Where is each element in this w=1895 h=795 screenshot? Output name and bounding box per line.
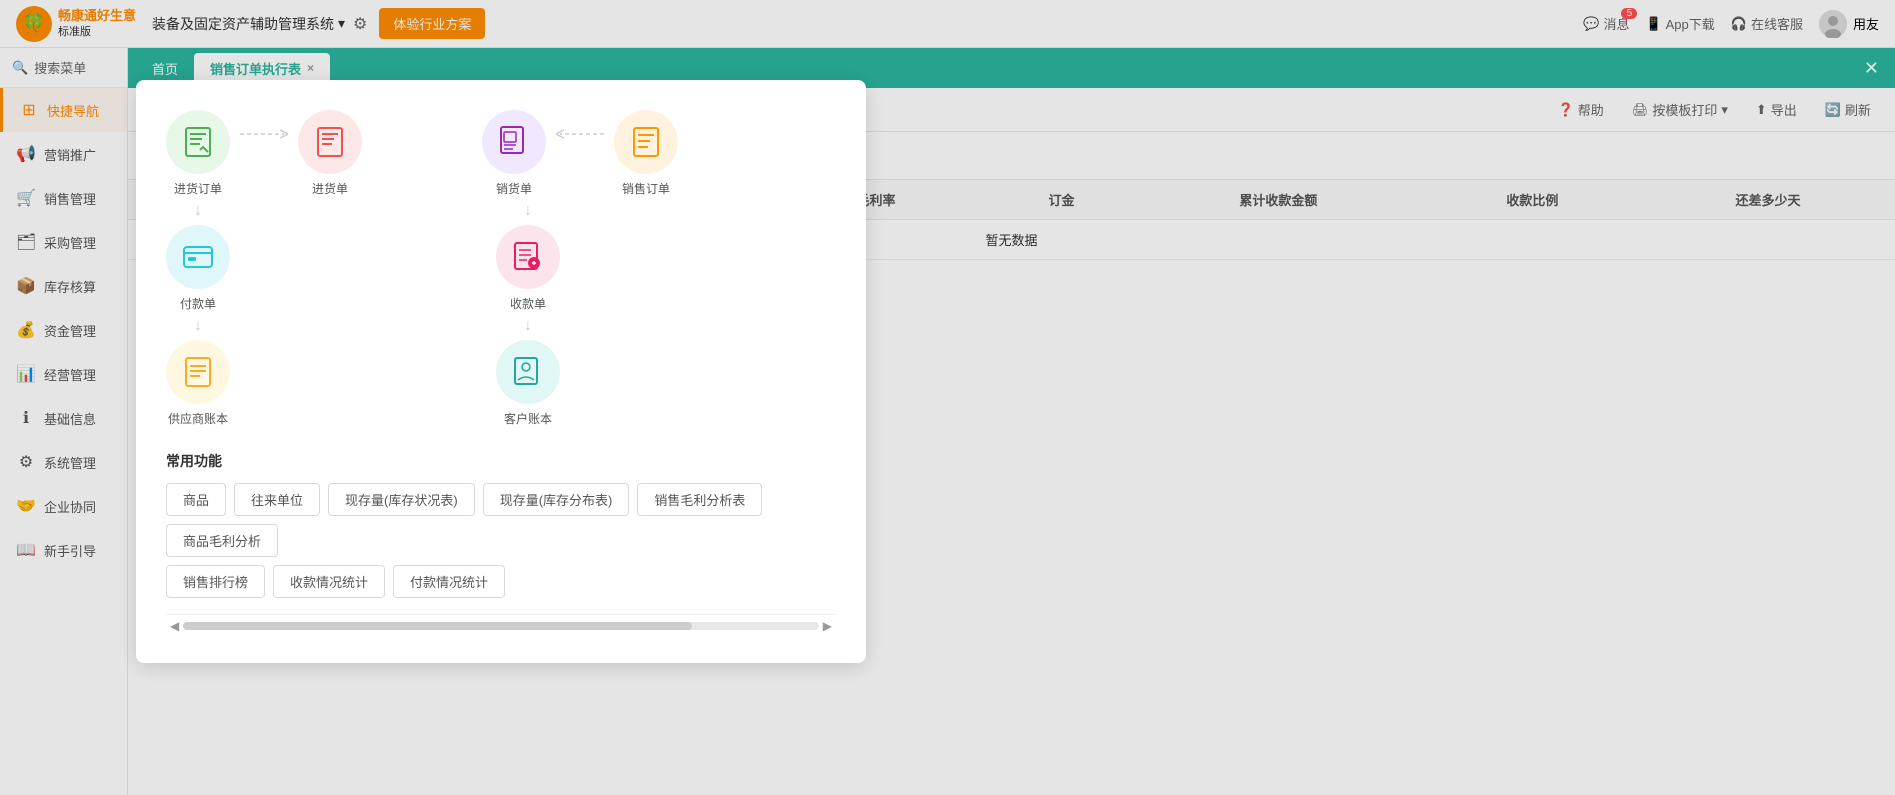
function-buttons-row-2: 销售排行榜 收款情况统计 付款情况统计 xyxy=(166,565,836,598)
sales-bill-circle[interactable] xyxy=(482,110,546,174)
scroll-left-icon[interactable]: ◀ xyxy=(166,619,183,633)
receipt-node: 收款单 xyxy=(496,225,560,312)
common-functions: 常用功能 商品 往来单位 现存量(库存状况表) 现存量(库存分布表) 销售毛利分… xyxy=(166,451,836,598)
purchase-order-circle[interactable] xyxy=(166,110,230,174)
func-btn-sales-ranking[interactable]: 销售排行榜 xyxy=(166,565,265,598)
func-btn-sales-profit[interactable]: 销售毛利分析表 xyxy=(637,483,762,516)
right-flow-group: 销货单 销售订单 ↓ xyxy=(482,110,678,427)
flow-node-payment[interactable]: 付款单 xyxy=(166,225,230,312)
arrow-down-3: ↓ xyxy=(524,203,532,219)
flow-node-receipt[interactable]: 收款单 xyxy=(496,225,560,312)
quick-nav-modal: 进货订单 ↓ 付款单 ↓ 供应商账本 xyxy=(136,80,866,663)
common-functions-title: 常用功能 xyxy=(166,451,836,471)
top-right-row: 销货单 销售订单 xyxy=(482,110,678,197)
customer-circle[interactable] xyxy=(496,340,560,404)
payment-circle[interactable] xyxy=(166,225,230,289)
left-flow-group: 进货订单 ↓ 付款单 ↓ 供应商账本 xyxy=(166,110,230,427)
func-btn-product[interactable]: 商品 xyxy=(166,483,226,516)
flow-node-purchase-bill[interactable]: 进货单 xyxy=(298,110,362,197)
flow-node-customer-account[interactable]: 客户账本 xyxy=(496,340,560,427)
modal-scrollbar: ◀ ▶ xyxy=(166,614,836,633)
function-buttons-row: 商品 往来单位 现存量(库存状况表) 现存量(库存分布表) 销售毛利分析表 商品… xyxy=(166,483,836,557)
flow-node-sales-bill[interactable]: 销货单 xyxy=(482,110,546,197)
arrow-down-2: ↓ xyxy=(194,318,202,334)
func-btn-stock-status[interactable]: 现存量(库存状况表) xyxy=(328,483,475,516)
func-btn-product-profit[interactable]: 商品毛利分析 xyxy=(166,524,278,557)
func-btn-stock-dist[interactable]: 现存量(库存分布表) xyxy=(483,483,630,516)
scroll-thumb[interactable] xyxy=(183,622,691,630)
customer-account-node: 客户账本 xyxy=(496,340,560,427)
func-btn-receipt-stats[interactable]: 收款情况统计 xyxy=(273,565,385,598)
scroll-track xyxy=(183,622,819,630)
modal-overlay[interactable]: 进货订单 ↓ 付款单 ↓ 供应商账本 xyxy=(0,0,1895,795)
supplier-circle[interactable] xyxy=(166,340,230,404)
purchase-bill-col: 进货单 xyxy=(298,110,362,197)
sales-order-circle[interactable] xyxy=(614,110,678,174)
flow-node-supplier-account[interactable]: 供应商账本 xyxy=(166,340,230,427)
arrow-down-4: ↓ xyxy=(524,318,532,334)
func-btn-payment-stats[interactable]: 付款情况统计 xyxy=(393,565,505,598)
arrow-down-1: ↓ xyxy=(194,203,202,219)
flow-diagram: 进货订单 ↓ 付款单 ↓ 供应商账本 xyxy=(166,110,836,427)
purchase-bill-circle[interactable] xyxy=(298,110,362,174)
arrow-right-1 xyxy=(230,128,298,140)
flow-node-sales-order[interactable]: 销售订单 xyxy=(614,110,678,197)
receipt-circle[interactable] xyxy=(496,225,560,289)
func-btn-counterpart[interactable]: 往来单位 xyxy=(234,483,320,516)
arrow-dashed-right xyxy=(546,128,614,140)
scroll-right-icon[interactable]: ▶ xyxy=(819,619,836,633)
flow-node-purchase-order[interactable]: 进货订单 xyxy=(166,110,230,197)
